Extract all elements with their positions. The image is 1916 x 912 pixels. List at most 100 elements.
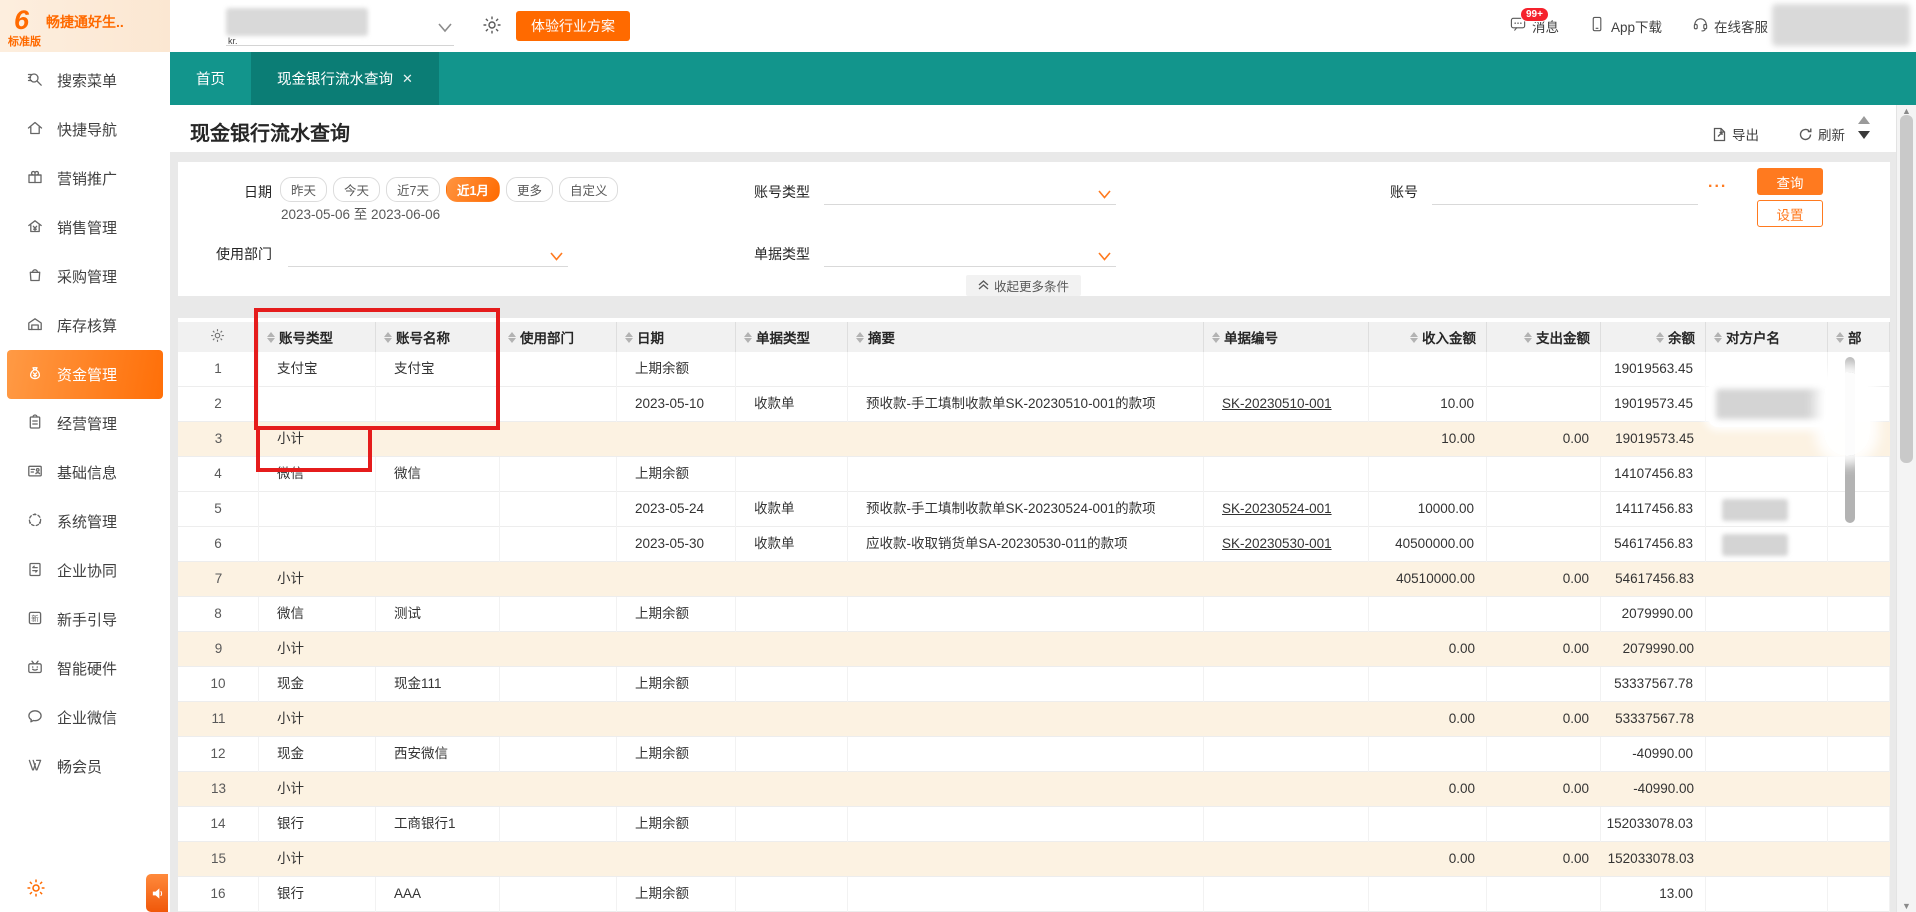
table-row[interactable]: 6 2023-05-30 收款单 应收款-收取销货单SA-20230530-011的款…: [178, 527, 1890, 562]
sort-arrows-icon[interactable]: [744, 331, 752, 343]
sidebar-item-畅会员[interactable]: 畅会员: [0, 742, 170, 791]
date-quick-昨天[interactable]: 昨天: [280, 177, 328, 202]
store-selector-redacted[interactable]: [226, 8, 368, 36]
sidebar-item-资金管理[interactable]: 资金管理: [7, 350, 163, 399]
table-row[interactable]: 8 微信 测试 上期余额 2079990.00: [178, 597, 1890, 632]
table-row[interactable]: 10 现金 现金111 上期余额 53337567.78: [178, 667, 1890, 702]
chevron-down-icon[interactable]: [1098, 186, 1111, 204]
sort-arrows-icon[interactable]: [267, 331, 275, 343]
column-header-日期[interactable]: 日期: [617, 322, 736, 352]
sidebar-item-新手引导[interactable]: 新 新手引导: [0, 595, 170, 644]
cell-doc: [736, 702, 848, 737]
column-header-账号类型[interactable]: 账号类型: [259, 322, 376, 352]
column-header-单据类型[interactable]: 单据类型: [736, 322, 848, 352]
topbar-link-App下载[interactable]: App下载: [1589, 16, 1662, 36]
settings-button[interactable]: 设置: [1757, 200, 1823, 227]
table-row-subtotal[interactable]: 13 小计 0.00 0.00 -40990.00: [178, 772, 1890, 807]
window-scrollbar[interactable]: ▲ ▼: [1896, 105, 1916, 912]
sidebar-item-快捷导航[interactable]: 快捷导航: [0, 105, 170, 154]
table-row-subtotal[interactable]: 7 小计 40510000.00 0.00 54617456.83: [178, 562, 1890, 597]
sort-arrows-icon[interactable]: [1656, 331, 1664, 343]
column-header-支出金额[interactable]: 支出金额: [1487, 322, 1601, 352]
sidebar-item-营销推广[interactable]: 营销推广: [0, 154, 170, 203]
tab-首页[interactable]: 首页: [170, 52, 251, 105]
announcement-speaker-icon[interactable]: [146, 874, 168, 912]
sidebar-item-搜索菜单[interactable]: 搜索菜单: [0, 56, 170, 105]
user-account-redacted[interactable]: [1772, 4, 1910, 46]
department-select[interactable]: [288, 266, 568, 267]
column-header-摘要[interactable]: 摘要: [848, 322, 1204, 352]
table-row-subtotal[interactable]: 3 小计 10.00 0.00 19019573.45: [178, 422, 1890, 457]
sidebar-item-企业微信[interactable]: 企业微信: [0, 693, 170, 742]
table-row-subtotal[interactable]: 15 小计 0.00 0.00 152033078.03: [178, 842, 1890, 877]
account-type-select[interactable]: [824, 204, 1116, 205]
table-row[interactable]: 1 支付宝 支付宝 上期余额 19019563.45: [178, 352, 1890, 387]
tab-现金银行流水查询[interactable]: 现金银行流水查询 ✕: [251, 52, 439, 105]
doc-number-link[interactable]: SK-20230524-001: [1222, 501, 1332, 516]
doc-number-link[interactable]: SK-20230530-001: [1222, 536, 1332, 551]
column-header-单据编号[interactable]: 单据编号: [1204, 322, 1369, 352]
table-row[interactable]: 4 微信 微信 上期余额 14107456.83: [178, 457, 1890, 492]
sidebar-item-采购管理[interactable]: 采购管理: [0, 252, 170, 301]
sidebar-item-库存核算[interactable]: 库存核算: [0, 301, 170, 350]
column-settings-header[interactable]: [178, 322, 259, 352]
chevron-down-icon[interactable]: [438, 20, 452, 38]
sidebar-item-企业协同[interactable]: 企业协同: [0, 546, 170, 595]
table-row[interactable]: 12 现金 西安微信 上期余额 -40990.00: [178, 737, 1890, 772]
scroll-up-arrow-icon[interactable]: [1858, 116, 1870, 124]
sort-arrows-icon[interactable]: [508, 331, 516, 343]
column-header-收入金额[interactable]: 收入金额: [1369, 322, 1487, 352]
window-scrollbar-thumb[interactable]: [1900, 115, 1913, 463]
query-button[interactable]: 查询: [1757, 168, 1823, 195]
column-header-对方户名[interactable]: 对方户名: [1706, 322, 1828, 352]
table-row[interactable]: 5 2023-05-24 收款单 预收款-手工填制收款单SK-20230524-001…: [178, 492, 1890, 527]
account-input[interactable]: [1432, 204, 1698, 205]
scroll-down-arrow-icon[interactable]: [1858, 131, 1870, 139]
cell-party: [1706, 737, 1828, 772]
chevron-down-icon[interactable]: [550, 248, 563, 266]
sidebar-item-经营管理[interactable]: 经营管理: [0, 399, 170, 448]
topbar-link-在线客服[interactable]: 在线客服: [1692, 16, 1768, 36]
sort-arrows-icon[interactable]: [1714, 331, 1722, 343]
table-row-subtotal[interactable]: 9 小计 0.00 0.00 2079990.00: [178, 632, 1890, 667]
table-row[interactable]: 2 2023-05-10 收款单 预收款-手工填制收款单SK-20230510-001…: [178, 387, 1890, 422]
gear-icon[interactable]: [210, 328, 225, 352]
gear-icon[interactable]: [482, 15, 502, 40]
column-header-余额[interactable]: 余额: [1601, 322, 1706, 352]
table-row[interactable]: 14 银行 工商银行1 上期余额 152033078.03: [178, 807, 1890, 842]
tab-close-icon[interactable]: ✕: [402, 71, 413, 87]
date-quick-近7天[interactable]: 近7天: [386, 177, 440, 202]
doc-type-select[interactable]: [824, 266, 1116, 267]
scrollbar-down-arrow-icon[interactable]: ▼: [1902, 901, 1911, 911]
table-row-subtotal[interactable]: 11 小计 0.00 0.00 53337567.78: [178, 702, 1890, 737]
settings-gear-icon[interactable]: [26, 878, 46, 903]
date-quick-更多[interactable]: 更多: [505, 177, 553, 202]
export-button[interactable]: 导出: [1712, 124, 1759, 144]
date-quick-近1月[interactable]: 近1月: [445, 177, 500, 202]
sort-arrows-icon[interactable]: [625, 331, 633, 343]
topbar-link-消息[interactable]: 消息 99+: [1510, 7, 1559, 36]
sort-arrows-icon[interactable]: [384, 331, 392, 343]
sort-arrows-icon[interactable]: [1836, 331, 1844, 343]
refresh-button[interactable]: 刷新: [1798, 124, 1845, 144]
sidebar-item-基础信息[interactable]: 基础信息: [0, 448, 170, 497]
sort-arrows-icon[interactable]: [1524, 331, 1532, 343]
sort-arrows-icon[interactable]: [1410, 331, 1418, 343]
chevron-down-icon[interactable]: [1098, 248, 1111, 266]
collapse-conditions-button[interactable]: 收起更多条件: [966, 275, 1082, 296]
doc-number-link[interactable]: SK-20230510-001: [1222, 396, 1332, 411]
date-quick-自定义[interactable]: 自定义: [558, 177, 619, 202]
column-header-账号名称[interactable]: 账号名称: [376, 322, 500, 352]
sort-arrows-icon[interactable]: [856, 331, 864, 343]
more-options-dots[interactable]: ...: [1708, 174, 1727, 192]
sidebar-item-销售管理[interactable]: 销售管理: [0, 203, 170, 252]
sidebar-item-系统管理[interactable]: 系统管理: [0, 497, 170, 546]
sidebar-item-智能硬件[interactable]: 智能硬件: [0, 644, 170, 693]
column-header-部[interactable]: 部: [1828, 322, 1890, 352]
sort-arrows-icon[interactable]: [1212, 331, 1220, 343]
column-header-使用部门[interactable]: 使用部门: [500, 322, 617, 352]
date-quick-今天[interactable]: 今天: [333, 177, 381, 202]
experience-plan-button[interactable]: 体验行业方案: [516, 11, 630, 41]
table-row[interactable]: 16 银行 AAA 上期余额 13.00: [178, 877, 1890, 912]
cell-idx: 14: [178, 807, 259, 842]
